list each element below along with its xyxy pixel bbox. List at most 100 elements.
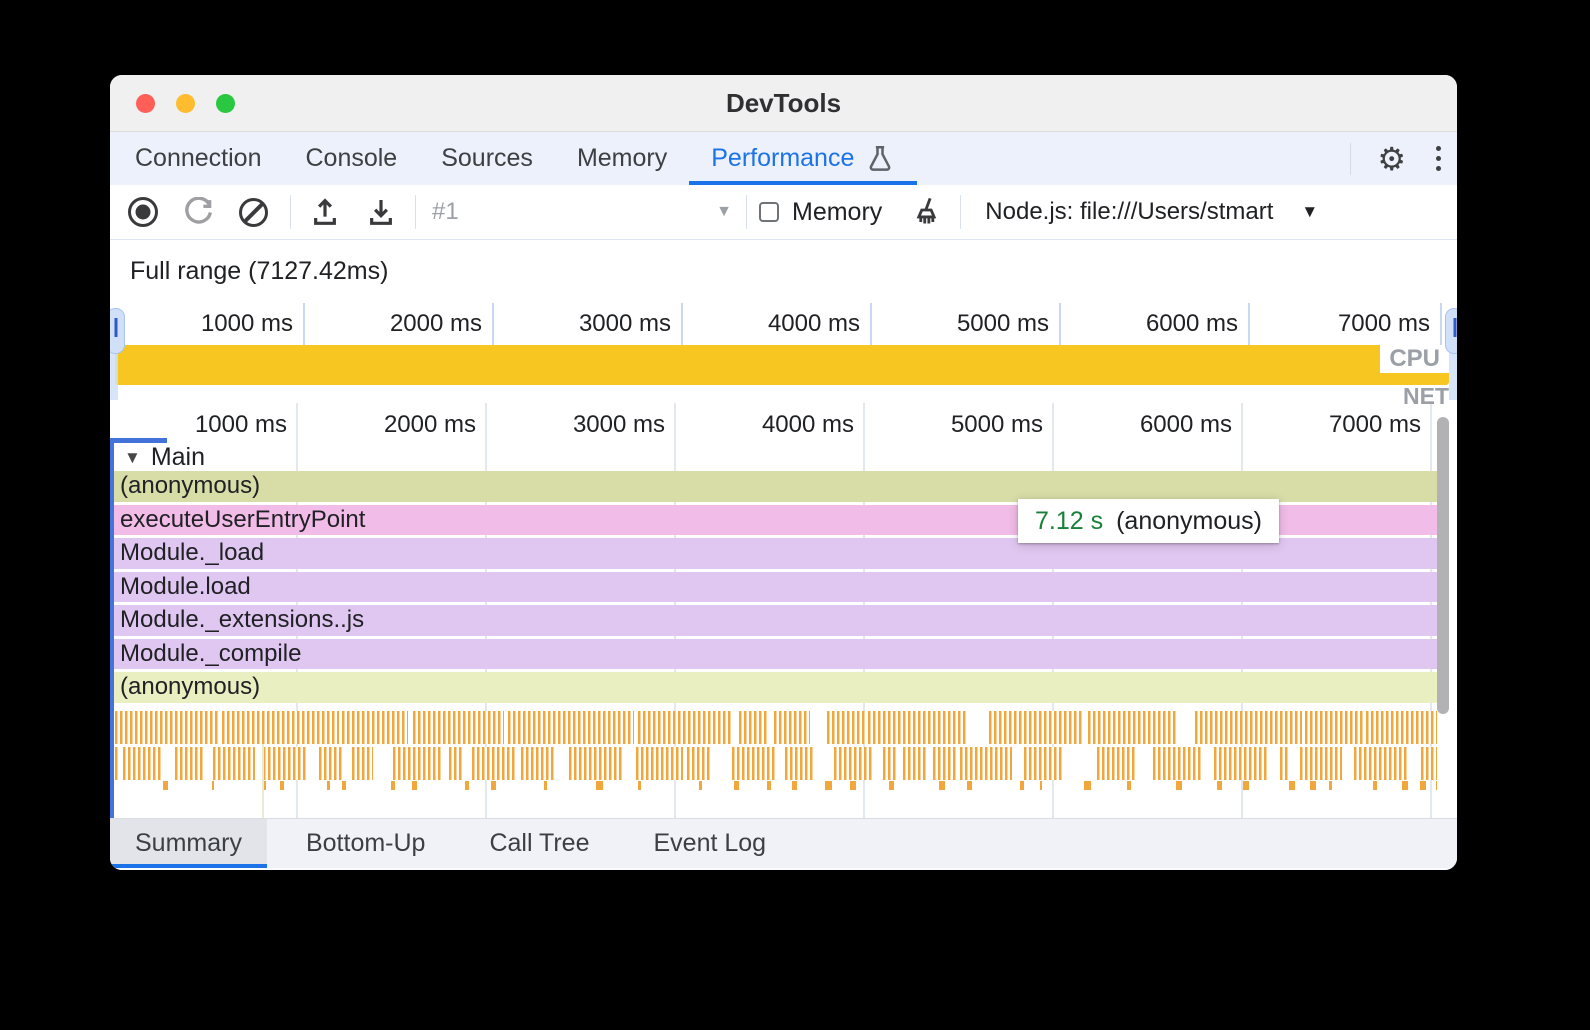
activity-stripe-segment [636,747,683,780]
flame-row-module-compile[interactable]: Module._compile [110,639,1437,670]
range-handle-right[interactable] [1445,308,1457,354]
timeline-overview[interactable]: 1000 ms2000 ms3000 ms4000 ms5000 ms6000 … [110,303,1457,403]
kebab-menu-icon[interactable] [1432,142,1445,175]
vertical-scrollbar-thumb[interactable] [1437,417,1449,714]
activity-stripe-segment [342,711,408,744]
main-track-header[interactable]: ▼ Main [124,444,205,471]
tab-performance[interactable]: Performance [689,132,917,185]
save-profile-button[interactable] [365,196,397,228]
overview-ruler-label: 7000 ms [1300,310,1430,338]
settings-gear-icon[interactable]: ⚙ [1377,143,1406,175]
flame-tooltip: 7.12 s (anonymous) [1018,499,1279,543]
flame-row-module-extensions-js[interactable]: Module._extensions..js [110,605,1437,636]
tab-label: Performance [711,144,854,173]
cpu-track-label: CPU [1380,345,1449,373]
broom-icon [910,195,944,229]
range-handle-left[interactable] [110,308,125,354]
clear-recording-button[interactable] [239,198,268,227]
toolbar-divider [746,195,747,229]
tab-label: Sources [441,144,533,173]
activity-tick-mark [327,781,331,790]
toolbar-divider [415,195,416,229]
activity-tick-mark [1084,781,1091,790]
tab-sources[interactable]: Sources [419,132,555,185]
target-select-value: Node.js: file:///Users/stmart [985,198,1273,226]
activity-stripe-segment [352,747,373,780]
flame-ruler-label: 2000 ms [336,411,476,439]
minimize-window-button[interactable] [176,94,195,113]
activity-tick-mark [734,781,739,790]
activity-tick-mark [767,781,771,790]
micro-task-stripes-row-3[interactable] [110,781,1437,791]
session-select[interactable]: #1 ▼ [432,198,732,226]
activity-stripe-segment [933,747,956,780]
activity-tick-mark [1420,781,1426,790]
window-bottom-filler [110,868,1457,870]
activity-tick-mark [264,781,266,790]
activity-stripe-segment [263,747,307,780]
bottom-tab-call-tree[interactable]: Call Tree [464,819,614,868]
activity-tick-mark [491,781,496,790]
overview-ruler-tick [1440,303,1442,345]
activity-stripe-segment [785,747,815,780]
activity-stripe-segment [903,747,926,780]
disclosure-triangle-icon[interactable]: ▼ [124,448,141,468]
activity-stripe-segment [960,747,1011,780]
collect-garbage-button[interactable] [910,195,944,229]
selection-boundary-line [110,438,114,818]
zoom-window-button[interactable] [216,94,235,113]
activity-stripe-segment [1195,711,1303,744]
cpu-activity-track[interactable] [115,345,1449,385]
activity-tick-mark [1310,781,1316,790]
download-icon [365,196,397,228]
record-button[interactable] [128,197,158,227]
activity-stripe-segment [1366,711,1437,744]
target-select[interactable]: Node.js: file:///Users/stmart ▼ [985,198,1318,226]
bottom-tab-bar: Summary Bottom-Up Call Tree Event Log [110,818,1457,868]
micro-task-stripes-row-2[interactable] [110,747,1437,780]
full-range-label: Full range (7127.42ms) [130,257,388,286]
activity-tick-mark [967,781,972,790]
micro-task-stripes-row-1[interactable] [110,711,1437,744]
bottom-tab-event-log[interactable]: Event Log [629,819,792,868]
activity-tick-mark [1217,781,1223,790]
range-edge-left [110,353,118,400]
flame-row-module-load[interactable]: Module.load [110,572,1437,603]
activity-stripe-segment [868,711,967,744]
activity-stripe-segment [213,747,255,780]
bottom-tab-summary[interactable]: Summary [110,819,267,868]
reload-and-record-button[interactable] [183,197,214,228]
overview-ruler-tick [303,303,305,345]
activity-tick-mark [212,781,214,790]
activity-tick-mark [163,781,168,790]
flame-chart[interactable]: 1000 ms2000 ms3000 ms4000 ms5000 ms6000 … [110,403,1457,818]
tab-memory[interactable]: Memory [555,132,689,185]
flame-row-anonymous[interactable]: (anonymous) [110,672,1437,703]
overview-ruler-tick [492,303,494,345]
activity-stripe-segment [393,747,442,780]
activity-tick-mark [850,781,856,790]
activity-stripe-segment [732,747,776,780]
activity-stripe-segment [638,711,733,744]
selection-boundary-tick [110,438,167,443]
activity-tick-mark [638,781,641,790]
session-select-value: #1 [432,198,459,226]
activity-stripe-segment [1088,711,1177,744]
activity-stripe-segment [521,747,555,780]
memory-checkbox-label[interactable]: Memory [792,198,882,227]
bottom-tab-bottom-up[interactable]: Bottom-Up [281,819,450,868]
flame-row-anonymous[interactable]: (anonymous) [110,471,1437,502]
net-activity-track[interactable] [110,385,1457,403]
activity-stripe-segment [175,747,204,780]
devtools-window: DevTools ConnectionConsoleSourcesMemoryP… [110,75,1457,870]
close-window-button[interactable] [136,94,155,113]
flame-ruler-label: 6000 ms [1092,411,1232,439]
activity-stripe-segment [1421,747,1437,780]
activity-stripe-segment [1097,747,1135,780]
activity-stripe-segment [1305,711,1362,744]
activity-tick-mark [792,781,798,790]
load-profile-button[interactable] [309,196,341,228]
memory-checkbox[interactable] [759,202,779,222]
tab-console[interactable]: Console [283,132,419,185]
tab-connection[interactable]: Connection [113,132,283,185]
